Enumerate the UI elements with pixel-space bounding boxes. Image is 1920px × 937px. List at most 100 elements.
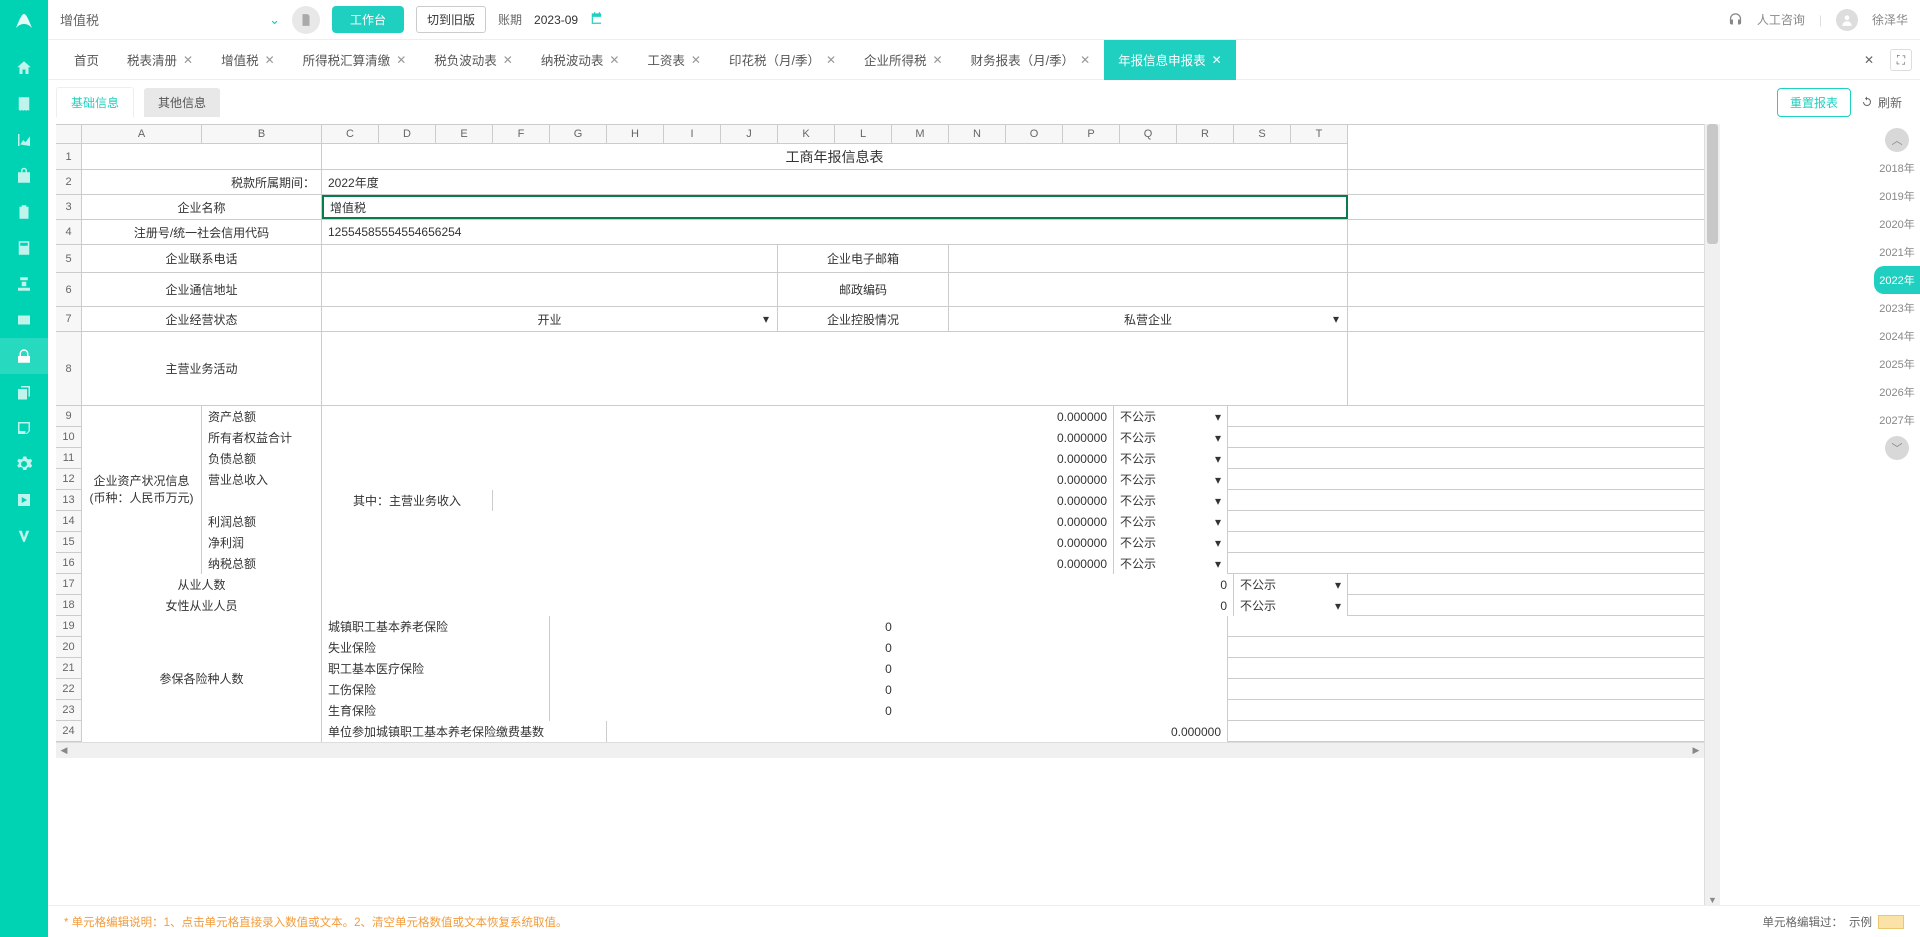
disclosure-select[interactable]: 不公示▾ xyxy=(1114,469,1228,490)
cell[interactable]: 2022年度 xyxy=(322,170,1348,194)
disclosure-select[interactable]: 不公示▾ xyxy=(1114,511,1228,532)
cell[interactable]: 从业人数 xyxy=(82,574,322,595)
cell[interactable]: 失业保险 xyxy=(322,637,550,658)
cell[interactable]: 0.000000 xyxy=(322,532,1114,553)
table-row[interactable]: 9资产总额0.000000不公示▾ xyxy=(56,406,1704,427)
sidebar-stamp-icon[interactable] xyxy=(0,266,48,302)
year-up-icon[interactable]: ︿ xyxy=(1885,128,1909,152)
horizontal-scrollbar[interactable]: ◀▶ xyxy=(56,742,1704,758)
cell[interactable]: 负债总额 xyxy=(202,448,322,469)
year-2018[interactable]: 2018年 xyxy=(1874,154,1920,182)
table-row[interactable]: 13其中：主营业务收入0.000000不公示▾ xyxy=(56,490,1704,511)
col-header[interactable]: J xyxy=(721,125,778,144)
cell[interactable]: 单位参加城镇职工基本养老保险缴费基数 xyxy=(322,721,607,742)
cell[interactable]: 0.000000 xyxy=(322,406,1114,427)
holding-select[interactable]: 私营企业▾ xyxy=(949,307,1348,331)
sidebar-play-icon[interactable] xyxy=(0,482,48,518)
tab-home[interactable]: 首页 xyxy=(60,40,113,80)
cell[interactable]: 0 xyxy=(550,616,1228,637)
col-header[interactable]: L xyxy=(835,125,892,144)
company-dropdown[interactable]: 增值税 ⌄ xyxy=(60,10,280,29)
cell[interactable]: 0.000000 xyxy=(322,448,1114,469)
row-header[interactable]: 14 xyxy=(56,511,82,531)
close-icon[interactable]: ✕ xyxy=(396,53,406,67)
tab-annual-report[interactable]: 年报信息申报表✕ xyxy=(1104,40,1236,80)
sidebar-money-icon[interactable] xyxy=(0,302,48,338)
row-header[interactable]: 1 xyxy=(56,144,82,169)
cell[interactable]: 企业控股情况 xyxy=(778,307,949,331)
col-header[interactable]: C xyxy=(322,125,379,144)
year-2021[interactable]: 2021年 xyxy=(1874,238,1920,266)
table-row[interactable]: 4注册号/统一社会信用代码12554585554554656254 xyxy=(56,220,1704,245)
col-header[interactable]: K xyxy=(778,125,835,144)
consult-link[interactable]: 人工咨询 xyxy=(1757,11,1805,28)
cell[interactable]: 生育保险 xyxy=(322,700,550,721)
col-header[interactable]: A xyxy=(82,125,202,144)
close-all-icon[interactable]: ✕ xyxy=(1858,49,1880,71)
tab-pay-fluct[interactable]: 纳税波动表✕ xyxy=(527,40,634,80)
row-header[interactable]: 7 xyxy=(56,307,82,331)
table-row[interactable]: 1工商年报信息表 xyxy=(56,144,1704,170)
row-header[interactable]: 19 xyxy=(56,616,82,636)
close-icon[interactable]: ✕ xyxy=(265,53,275,67)
refresh-link[interactable]: 刷新 xyxy=(1861,94,1902,111)
cell[interactable]: 0.000000 xyxy=(322,511,1114,532)
disclosure-select[interactable]: 不公示▾ xyxy=(1114,406,1228,427)
sidebar-gear-icon[interactable] xyxy=(0,446,48,482)
cell[interactable]: 女性从业人员 xyxy=(82,595,322,616)
year-down-icon[interactable]: ﹀ xyxy=(1885,436,1909,460)
col-header[interactable]: T xyxy=(1291,125,1348,144)
cell[interactable]: 利润总额 xyxy=(202,511,322,532)
row-header[interactable]: 6 xyxy=(56,273,82,306)
calendar-icon[interactable] xyxy=(590,11,604,28)
disclosure-select[interactable]: 不公示▾ xyxy=(1234,595,1348,616)
col-header[interactable]: D xyxy=(379,125,436,144)
row-header[interactable]: 2 xyxy=(56,170,82,194)
cell[interactable]: 营业总收入 xyxy=(202,469,322,490)
cell[interactable]: 0 xyxy=(550,679,1228,700)
year-2027[interactable]: 2027年 xyxy=(1874,406,1920,434)
row-header[interactable]: 4 xyxy=(56,220,82,244)
subtab-basic[interactable]: 基础信息 xyxy=(56,87,134,117)
row-header[interactable]: 24 xyxy=(56,721,82,741)
col-header[interactable]: I xyxy=(664,125,721,144)
table-row[interactable]: 2税款所属期间：2022年度 xyxy=(56,170,1704,195)
col-header[interactable]: Q xyxy=(1120,125,1177,144)
cell[interactable]: 企业通信地址 xyxy=(82,273,322,306)
col-header[interactable]: M xyxy=(892,125,949,144)
cell[interactable] xyxy=(949,245,1348,272)
tab-vat[interactable]: 增值税✕ xyxy=(207,40,289,80)
cell[interactable] xyxy=(322,332,1348,405)
cell[interactable]: 企业名称 xyxy=(82,195,322,219)
tab-fin-report[interactable]: 财务报表（月/季）✕ xyxy=(957,40,1105,80)
cell[interactable]: 0 xyxy=(550,658,1228,679)
table-row[interactable]: 5企业联系电话企业电子邮箱 xyxy=(56,245,1704,273)
table-row[interactable]: 17从业人数0不公示▾ xyxy=(56,574,1704,595)
close-icon[interactable]: ✕ xyxy=(183,53,193,67)
col-header[interactable]: R xyxy=(1177,125,1234,144)
disclosure-select[interactable]: 不公示▾ xyxy=(1114,490,1228,511)
row-header[interactable]: 18 xyxy=(56,595,82,615)
sidebar-bag-icon[interactable] xyxy=(0,158,48,194)
year-2022[interactable]: 2022年 xyxy=(1874,266,1920,294)
tab-tax-fluct[interactable]: 税负波动表✕ xyxy=(420,40,527,80)
cell[interactable]: 主营业务活动 xyxy=(82,332,322,405)
cell[interactable] xyxy=(82,144,322,169)
cell[interactable]: 资产总额 xyxy=(202,406,322,427)
cell[interactable]: 纳税总额 xyxy=(202,553,322,574)
col-header[interactable]: S xyxy=(1234,125,1291,144)
table-row[interactable]: 14 利润总额0.000000不公示▾ xyxy=(56,511,1704,532)
table-row[interactable]: 8主营业务活动 xyxy=(56,332,1704,406)
col-header[interactable]: G xyxy=(550,125,607,144)
table-row[interactable]: 18女性从业人员0不公示▾ xyxy=(56,595,1704,616)
table-row[interactable]: 10所有者权益合计0.000000不公示▾ xyxy=(56,427,1704,448)
table-row[interactable]: 7企业经营状态开业▾企业控股情况私营企业▾ xyxy=(56,307,1704,332)
sidebar-v-icon[interactable] xyxy=(0,518,48,554)
row-header[interactable]: 21 xyxy=(56,658,82,678)
close-icon[interactable]: ✕ xyxy=(933,53,943,67)
row-header[interactable]: 17 xyxy=(56,574,82,594)
sidebar-calc-icon[interactable] xyxy=(0,230,48,266)
cell[interactable] xyxy=(322,245,778,272)
disclosure-select[interactable]: 不公示▾ xyxy=(1114,448,1228,469)
col-header[interactable]: E xyxy=(436,125,493,144)
